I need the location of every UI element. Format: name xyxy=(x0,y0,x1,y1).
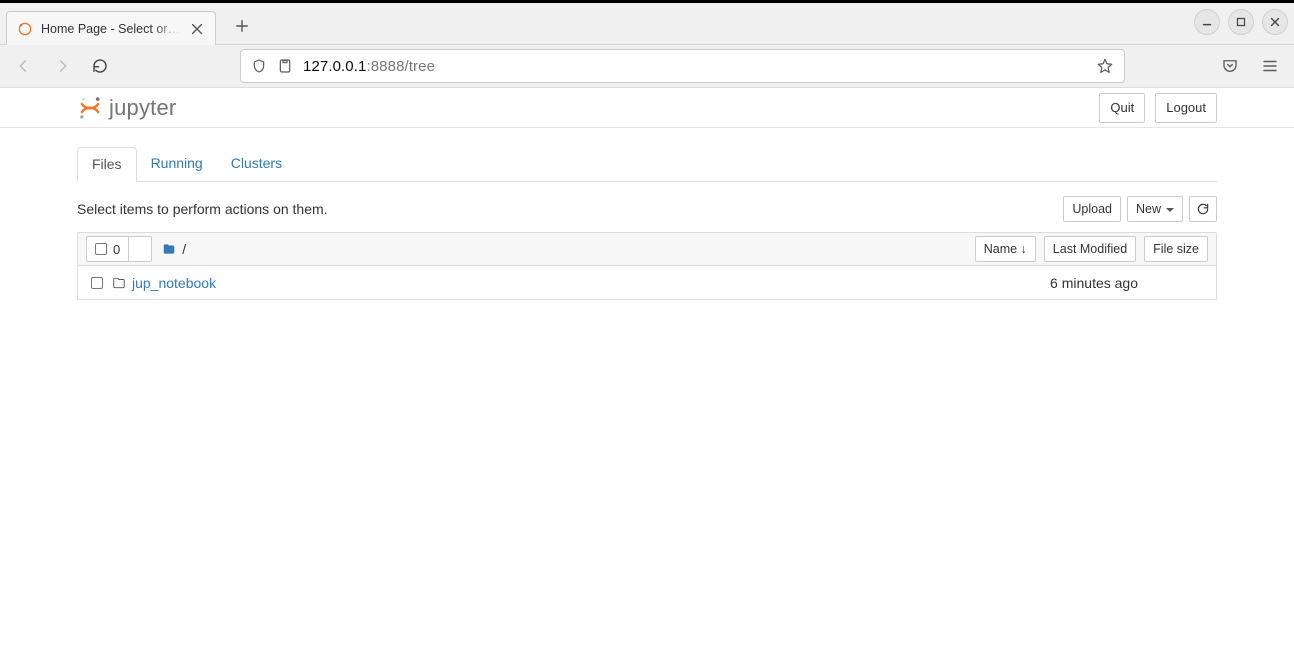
toolbar-row: Select items to perform actions on them.… xyxy=(77,196,1217,222)
new-tab-button[interactable] xyxy=(228,12,256,40)
list-header: 0 / Name ↓ Last Modified File size xyxy=(77,232,1217,266)
breadcrumb-root: / xyxy=(182,241,186,257)
sort-modified-button[interactable]: Last Modified xyxy=(1044,236,1136,262)
selection-hint: Select items to perform actions on them. xyxy=(77,201,328,217)
arrow-down-icon: ↓ xyxy=(1021,242,1027,256)
sort-size-button[interactable]: File size xyxy=(1144,236,1208,262)
tab-strip: Home Page - Select or create a notebook xyxy=(0,3,1294,45)
browser-tab[interactable]: Home Page - Select or create a notebook xyxy=(6,11,216,45)
tab-files[interactable]: Files xyxy=(77,147,137,182)
logout-button[interactable]: Logout xyxy=(1155,93,1217,123)
refresh-button[interactable] xyxy=(1189,196,1217,222)
caret-down-icon xyxy=(1166,208,1174,212)
nav-reload-button[interactable] xyxy=(88,54,112,78)
folder-icon xyxy=(162,242,176,256)
jupyter-logo-icon xyxy=(77,95,103,121)
page-header: jupyter Quit Logout xyxy=(0,88,1294,128)
url-text: 127.0.0.1:8888/tree xyxy=(303,58,1086,75)
sort-name-label: Name xyxy=(984,242,1017,256)
nav-back-button[interactable] xyxy=(12,54,36,78)
url-path: :8888/tree xyxy=(366,58,435,75)
sort-name-button[interactable]: Name ↓ xyxy=(975,236,1036,262)
tab-close-icon[interactable] xyxy=(189,21,205,37)
jupyter-logo-text: jupyter xyxy=(109,95,176,121)
window-controls xyxy=(1194,9,1288,35)
checkbox-icon xyxy=(91,277,103,289)
upload-button[interactable]: Upload xyxy=(1063,196,1121,222)
jupyter-favicon xyxy=(17,21,33,37)
tab-clusters[interactable]: Clusters xyxy=(217,147,296,182)
bookmark-star-icon[interactable] xyxy=(1096,57,1114,75)
shield-icon[interactable] xyxy=(251,58,267,74)
section-tabs: Files Running Clusters xyxy=(77,146,1217,182)
selected-count: 0 xyxy=(113,242,120,257)
page-body: Files Running Clusters Select items to p… xyxy=(77,128,1217,300)
jupyter-page: jupyter Quit Logout Files Running Cluste… xyxy=(0,88,1294,300)
window-close-button[interactable] xyxy=(1262,9,1288,35)
row-checkbox[interactable] xyxy=(86,277,108,289)
page-info-icon[interactable] xyxy=(277,58,293,74)
select-menu-button[interactable] xyxy=(129,237,151,261)
jupyter-logo[interactable]: jupyter xyxy=(77,95,176,121)
browser-chrome: Home Page - Select or create a notebook xyxy=(0,3,1294,88)
item-modified: 6 minutes ago xyxy=(1050,275,1208,291)
select-all-group: 0 xyxy=(86,236,152,262)
item-name-link[interactable]: jup_notebook xyxy=(132,275,216,291)
new-dropdown-button[interactable]: New xyxy=(1127,196,1183,222)
window-minimize-button[interactable] xyxy=(1194,9,1220,35)
checkbox-icon xyxy=(95,243,107,255)
app-menu-icon[interactable] xyxy=(1258,54,1282,78)
new-label: New xyxy=(1136,202,1161,216)
url-host: 127.0.0.1 xyxy=(303,58,366,75)
tab-running[interactable]: Running xyxy=(137,147,217,182)
quit-button[interactable]: Quit xyxy=(1099,93,1145,123)
select-all-checkbox[interactable]: 0 xyxy=(87,237,129,261)
list-item: jup_notebook 6 minutes ago xyxy=(77,266,1217,300)
toolbar-right-icons xyxy=(1218,54,1282,78)
window-maximize-button[interactable] xyxy=(1228,9,1254,35)
tab-title: Home Page - Select or create a notebook xyxy=(41,22,181,36)
url-bar[interactable]: 127.0.0.1:8888/tree xyxy=(240,49,1125,83)
nav-bar: 127.0.0.1:8888/tree xyxy=(0,45,1294,87)
pocket-icon[interactable] xyxy=(1218,54,1242,78)
breadcrumb[interactable]: / xyxy=(162,241,186,257)
nav-forward-button[interactable] xyxy=(50,54,74,78)
url-icons xyxy=(251,58,293,74)
folder-outline-icon xyxy=(112,276,126,290)
